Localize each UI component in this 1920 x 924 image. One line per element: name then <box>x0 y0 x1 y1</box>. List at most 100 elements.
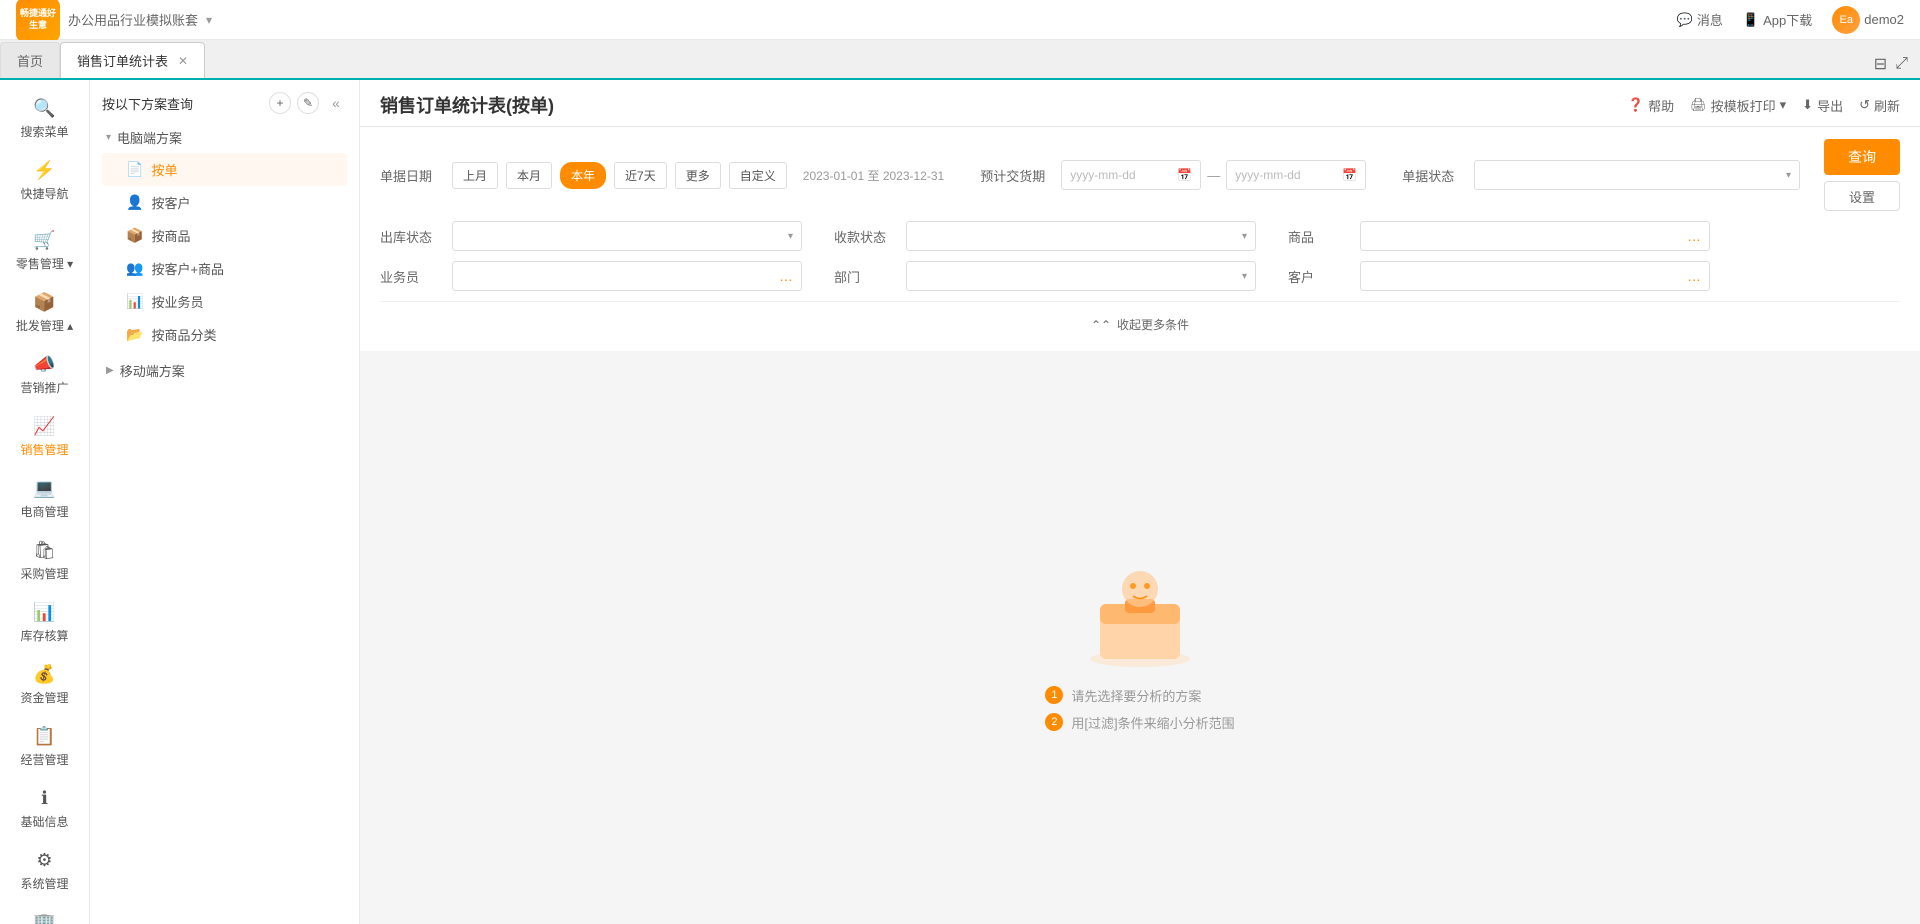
date-btn-custom[interactable]: 自定义 <box>729 162 787 189</box>
scheme-by-salesperson-label: 按业务员 <box>151 292 203 311</box>
by-category-icon: 📂 <box>126 326 143 343</box>
sidebar-item-inventory[interactable]: 📊 库存核算 <box>0 592 89 654</box>
sales-icon: 📈 <box>33 416 55 437</box>
sidebar-item-wholesale[interactable]: 📦 批发管理 ▴ <box>0 282 89 344</box>
salesperson-more-icon[interactable]: … <box>779 268 793 284</box>
print-arrow-icon: ▾ <box>1780 97 1787 113</box>
payment-status-select[interactable]: ▾ <box>906 221 1256 251</box>
date-start-field[interactable]: yyyy-mm-dd 📅 <box>1061 160 1201 190</box>
page-title: 销售订单统计表(按单) <box>380 92 554 118</box>
pc-scheme-group: ▾ 电脑端方案 📄 按单 👤 按客户 📦 按商品 <box>102 122 347 351</box>
message-btn[interactable]: 💬 消息 <box>1677 10 1723 29</box>
collapse-panel-btn[interactable]: « <box>325 92 347 114</box>
filter-row-1: 单据日期 上月 本月 本年 近7天 更多 自定义 2023-01-01 至 20… <box>380 139 1900 211</box>
tab-expand-icon[interactable]: ⤢ <box>1895 55 1908 73</box>
scheme-by-order[interactable]: 📄 按单 <box>102 153 347 186</box>
export-btn[interactable]: ⬇ 导出 <box>1802 96 1843 115</box>
finance-icon: 💰 <box>33 664 55 685</box>
sidebar-item-basic-info[interactable]: ℹ 基础信息 <box>0 778 89 840</box>
sidebar-item-label: 批发管理 ▴ <box>16 317 73 334</box>
payment-status-arrow-icon: ▾ <box>1242 231 1247 242</box>
sidebar-item-purchase[interactable]: 🛍 采购管理 <box>0 530 89 592</box>
customer-input[interactable]: … <box>1360 261 1710 291</box>
tab-sales-order[interactable]: 销售订单统计表 ✕ <box>60 42 205 78</box>
department-arrow-icon: ▾ <box>1242 271 1247 282</box>
salesperson-input[interactable]: … <box>452 261 802 291</box>
sidebar-item-system[interactable]: ⚙ 系统管理 <box>0 840 89 902</box>
export-label: 导出 <box>1817 96 1843 115</box>
sidebar-item-finance[interactable]: 💰 资金管理 <box>0 654 89 716</box>
left-panel-header: 按以下方案查询 + ✎ « <box>90 80 359 122</box>
setting-btn[interactable]: 设置 <box>1824 181 1900 211</box>
collapse-more-btn[interactable]: ⌃⌃ 收起更多条件 <box>380 310 1900 339</box>
pc-scheme-header[interactable]: ▾ 电脑端方案 <box>102 122 347 153</box>
purchase-icon: 🛍 <box>33 540 56 561</box>
by-customer-icon: 👤 <box>126 194 143 211</box>
mobile-scheme-header[interactable]: ▶ 移动端方案 <box>102 355 347 386</box>
tip-2-text: 用[过滤]条件来缩小分析范围 <box>1071 713 1234 732</box>
add-scheme-btn[interactable]: + <box>269 92 291 114</box>
scheme-by-category-label: 按商品分类 <box>151 325 216 344</box>
edit-scheme-btn[interactable]: ✎ <box>297 92 319 114</box>
bill-status-select[interactable]: ▾ <box>1474 160 1800 190</box>
by-salesperson-icon: 📊 <box>126 293 143 310</box>
basic-info-icon: ℹ <box>41 788 48 809</box>
date-end-field[interactable]: yyyy-mm-dd 📅 <box>1226 160 1366 190</box>
print-icon: 🖨 <box>1690 97 1707 113</box>
sidebar-item-marketing[interactable]: 📣 营销推广 <box>0 344 89 406</box>
app-icon: 📱 <box>1743 12 1759 28</box>
sidebar-item-label: 资金管理 <box>20 689 68 706</box>
date-btn-last-7[interactable]: 近7天 <box>614 162 667 189</box>
date-btn-this-month[interactable]: 本月 <box>506 162 552 189</box>
sidebar-item-quick-nav[interactable]: ⚡ 快捷导航 <box>0 150 89 212</box>
sidebar-item-enterprise[interactable]: 🏢 企业协同 <box>0 902 89 924</box>
sidebar-item-retail[interactable]: 🛒 零售管理 ▾ <box>0 220 89 282</box>
sidebar-item-ecommerce[interactable]: 💻 电商管理 <box>0 468 89 530</box>
tab-sales-order-label: 销售订单统计表 <box>77 51 168 70</box>
sidebar-item-search-menu[interactable]: 🔍 搜索菜单 <box>0 88 89 150</box>
goods-input[interactable]: … <box>1360 221 1710 251</box>
tab-home-label: 首页 <box>17 51 43 70</box>
filter-row-2: 出库状态 ▾ 收款状态 ▾ 商品 … <box>380 221 1900 251</box>
help-btn[interactable]: ❓ 帮助 <box>1628 96 1674 115</box>
user-menu[interactable]: Ea demo2 <box>1832 6 1904 34</box>
wholesale-icon: 📦 <box>33 292 55 313</box>
scheme-by-salesperson[interactable]: 📊 按业务员 <box>102 285 347 318</box>
operation-icon: 📋 <box>33 726 55 747</box>
help-label: 帮助 <box>1648 96 1674 115</box>
empty-svg <box>1070 544 1210 674</box>
filter-actions: 查询 设置 <box>1824 139 1900 211</box>
collapse-up-icon: ⌃⌃ <box>1091 318 1111 332</box>
refresh-btn[interactable]: ↺ 刷新 <box>1859 96 1900 115</box>
main-layout: 🔍 搜索菜单 ⚡ 快捷导航 🛒 零售管理 ▾ 📦 批发管理 ▴ 📣 营销推广 📈… <box>0 80 1920 924</box>
scheme-by-customer-product[interactable]: 👥 按客户+商品 <box>102 252 347 285</box>
empty-tips: 1 请先选择要分析的方案 2 用[过滤]条件来缩小分析范围 <box>1045 686 1234 732</box>
help-icon: ❓ <box>1628 97 1644 113</box>
print-btn[interactable]: 🖨 按模板打印 ▾ <box>1690 96 1786 115</box>
sidebar-item-operation[interactable]: 📋 经营管理 <box>0 716 89 778</box>
date-btn-last-month[interactable]: 上月 <box>452 162 498 189</box>
sidebar-item-label: 零售管理 ▾ <box>16 255 73 272</box>
expand-arrow-icon: ▾ <box>106 132 111 143</box>
date-label: 单据日期 <box>380 166 436 185</box>
ship-status-select[interactable]: ▾ <box>452 221 802 251</box>
customer-more-icon[interactable]: … <box>1687 268 1701 284</box>
date-btn-more[interactable]: 更多 <box>675 162 721 189</box>
goods-more-icon[interactable]: … <box>1687 228 1701 244</box>
company-dropdown-icon[interactable]: ▾ <box>206 13 212 27</box>
by-order-icon: 📄 <box>126 161 143 178</box>
scheme-by-product[interactable]: 📦 按商品 <box>102 219 347 252</box>
tab-home[interactable]: 首页 <box>0 42 60 78</box>
tab-close-icon[interactable]: ✕ <box>178 54 188 68</box>
sidebar-item-sales[interactable]: 📈 销售管理 <box>0 406 89 468</box>
tab-minimize-icon[interactable]: ⊟ <box>1874 54 1887 74</box>
scheme-by-customer[interactable]: 👤 按客户 <box>102 186 347 219</box>
top-bar-left: 畅捷通好生意 办公用品行业模拟账套 ▾ <box>16 0 212 42</box>
app-download-btn[interactable]: 📱 App下载 <box>1743 10 1812 29</box>
date-btn-this-year[interactable]: 本年 <box>560 162 606 189</box>
department-select[interactable]: ▾ <box>906 261 1256 291</box>
refresh-icon: ↺ <box>1859 97 1870 113</box>
scheme-by-category[interactable]: 📂 按商品分类 <box>102 318 347 351</box>
query-btn[interactable]: 查询 <box>1824 139 1900 175</box>
sidebar-item-label: 系统管理 <box>20 875 68 892</box>
